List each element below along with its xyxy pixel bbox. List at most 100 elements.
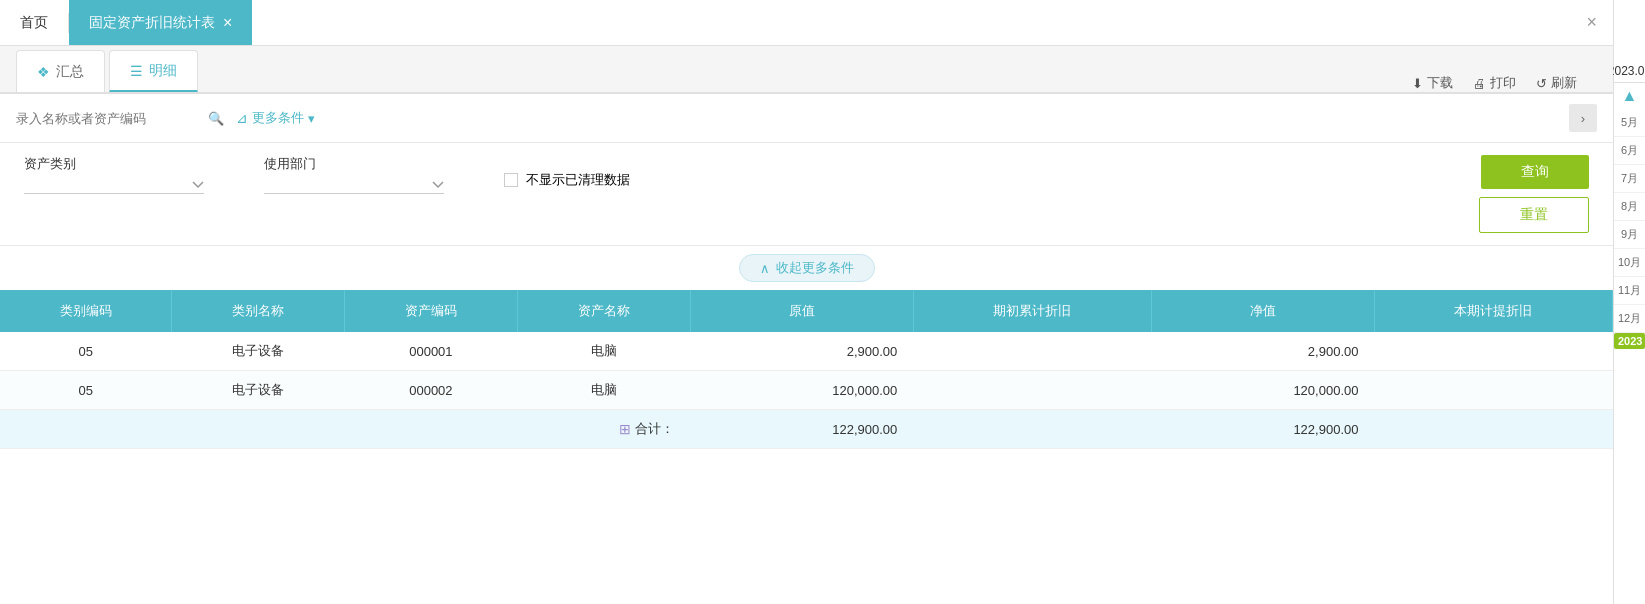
data-table: 类别编码 类别名称 资产编码 资产名称 原值 期初累计折旧 净值 本期计提折旧 … <box>0 290 1613 449</box>
tab-detail[interactable]: ☰ 明细 <box>109 50 198 92</box>
cell-original: 2,900.00 <box>690 332 913 371</box>
cell-asset-name: 电脑 <box>517 371 690 410</box>
month-9[interactable]: 9月 <box>1614 221 1645 249</box>
cell-current <box>1374 332 1612 371</box>
top-nav: 首页 固定资产折旧统计表 × × <box>0 0 1613 46</box>
month-6[interactable]: 6月 <box>1614 137 1645 165</box>
col-original: 原值 <box>690 290 913 332</box>
col-accumulated: 期初累计折旧 <box>913 290 1151 332</box>
window-close-button[interactable]: × <box>1586 12 1613 33</box>
chevron-up-icon: ∧ <box>760 261 770 276</box>
chevron-down-icon: ▾ <box>308 111 315 126</box>
cell-asset-code: 000002 <box>344 371 517 410</box>
cell-category-code: 05 <box>0 371 172 410</box>
month-11[interactable]: 11月 <box>1614 277 1645 305</box>
table-header-row: 类别编码 类别名称 资产编码 资产名称 原值 期初累计折旧 净值 本期计提折旧 <box>0 290 1613 332</box>
download-icon: ⬇ <box>1412 76 1423 91</box>
cell-current <box>1374 371 1612 410</box>
total-current <box>1374 410 1612 449</box>
table-row: 05 电子设备 000001 电脑 2,900.00 2,900.00 <box>0 332 1613 371</box>
download-button[interactable]: ⬇ 下载 <box>1412 74 1453 92</box>
print-icon: 🖨 <box>1473 76 1486 91</box>
reset-button[interactable]: 重置 <box>1479 197 1589 233</box>
cell-category-name: 电子设备 <box>172 332 345 371</box>
chevron-down-icon <box>192 181 204 189</box>
cell-accumulated <box>913 371 1151 410</box>
query-button[interactable]: 查询 <box>1481 155 1589 189</box>
collapse-button[interactable]: ∧ 收起更多条件 <box>739 254 875 282</box>
col-asset-code: 资产编码 <box>344 290 517 332</box>
toolbar-tabs: ❖ 汇总 ☰ 明细 ⬇ 下载 🖨 打印 ↺ 刷新 <box>0 46 1613 94</box>
col-net: 净值 <box>1151 290 1374 332</box>
total-spacer2 <box>172 410 345 449</box>
extended-filter: 资产类别 使用部门 不显示已清理数据 查询 重置 <box>0 143 1613 246</box>
tab-summary[interactable]: ❖ 汇总 <box>16 50 105 92</box>
download-label: 下载 <box>1427 74 1453 92</box>
more-conditions-label: 更多条件 <box>252 109 304 127</box>
tab-summary-label: 汇总 <box>56 63 84 81</box>
col-current: 本期计提折旧 <box>1374 290 1612 332</box>
refresh-icon: ↺ <box>1536 76 1547 91</box>
filter-icon: ⊿ <box>236 110 248 126</box>
right-sidebar: 2023.01 ▲ 5月 6月 7月 8月 9月 10月 11月 12月 202… <box>1613 0 1645 604</box>
total-row: ⊞ 合计： 122,900.00 122,900.00 <box>0 410 1613 449</box>
collapse-bar: ∧ 收起更多条件 <box>0 246 1613 290</box>
list-icon: ☰ <box>130 63 143 79</box>
total-net: 122,900.00 <box>1151 410 1374 449</box>
cell-asset-code: 000001 <box>344 332 517 371</box>
total-label: ⊞ 合计： <box>344 410 690 449</box>
close-tab-button[interactable]: × <box>223 14 232 32</box>
month-8[interactable]: 8月 <box>1614 193 1645 221</box>
filter-bar: 🔍 ⊿ 更多条件 ▾ › <box>0 94 1613 143</box>
refresh-label: 刷新 <box>1551 74 1577 92</box>
search-icon[interactable]: 🔍 <box>208 111 224 126</box>
home-nav[interactable]: 首页 <box>0 0 68 45</box>
asset-category-dropdown[interactable] <box>24 177 204 194</box>
table-container: 类别编码 类别名称 资产编码 资产名称 原值 期初累计折旧 净值 本期计提折旧 … <box>0 290 1613 604</box>
dept-dropdown[interactable] <box>264 177 444 194</box>
layers-icon: ❖ <box>37 64 50 80</box>
search-input[interactable] <box>16 111 196 126</box>
cell-asset-name: 电脑 <box>517 332 690 371</box>
print-label: 打印 <box>1490 74 1516 92</box>
scroll-up-button[interactable]: ▲ <box>1618 83 1642 109</box>
month-10[interactable]: 10月 <box>1614 249 1645 277</box>
total-accumulated <box>913 410 1151 449</box>
more-conditions-button[interactable]: ⊿ 更多条件 ▾ <box>236 109 315 127</box>
arrow-right-icon: › <box>1581 111 1585 126</box>
month-7[interactable]: 7月 <box>1614 165 1645 193</box>
cell-net: 2,900.00 <box>1151 332 1374 371</box>
active-tab[interactable]: 固定资产折旧统计表 × <box>69 0 252 45</box>
total-original: 122,900.00 <box>690 410 913 449</box>
cell-category-code: 05 <box>0 332 172 371</box>
month-5[interactable]: 5月 <box>1614 109 1645 137</box>
calculator-icon: ⊞ <box>619 421 631 437</box>
total-spacer <box>0 410 172 449</box>
col-asset-name: 资产名称 <box>517 290 690 332</box>
col-category-code: 类别编码 <box>0 290 172 332</box>
filter-expand-arrow[interactable]: › <box>1569 104 1597 132</box>
asset-category-group: 资产类别 <box>24 155 204 194</box>
col-category-name: 类别名称 <box>172 290 345 332</box>
table-row: 05 电子设备 000002 电脑 120,000.00 120,000.00 <box>0 371 1613 410</box>
print-button[interactable]: 🖨 打印 <box>1473 74 1516 92</box>
cell-category-name: 电子设备 <box>172 371 345 410</box>
active-tab-label: 固定资产折旧统计表 <box>89 14 215 32</box>
no-cleared-label: 不显示已清理数据 <box>526 171 630 189</box>
dept-group: 使用部门 <box>264 155 444 194</box>
filter-actions: 查询 重置 <box>1479 155 1589 245</box>
dept-label: 使用部门 <box>264 155 444 173</box>
cell-original: 120,000.00 <box>690 371 913 410</box>
asset-category-label: 资产类别 <box>24 155 204 173</box>
chevron-down-icon <box>432 181 444 189</box>
cell-accumulated <box>913 332 1151 371</box>
refresh-button[interactable]: ↺ 刷新 <box>1536 74 1577 92</box>
no-cleared-checkbox[interactable] <box>504 173 518 187</box>
year-badge[interactable]: 2023 <box>1614 333 1645 349</box>
collapse-label: 收起更多条件 <box>776 259 854 277</box>
cell-net: 120,000.00 <box>1151 371 1374 410</box>
toolbar-actions: ⬇ 下载 🖨 打印 ↺ 刷新 <box>1412 74 1597 92</box>
tab-detail-label: 明细 <box>149 62 177 80</box>
month-12[interactable]: 12月 <box>1614 305 1645 333</box>
no-cleared-group: 不显示已清理数据 <box>504 171 630 189</box>
